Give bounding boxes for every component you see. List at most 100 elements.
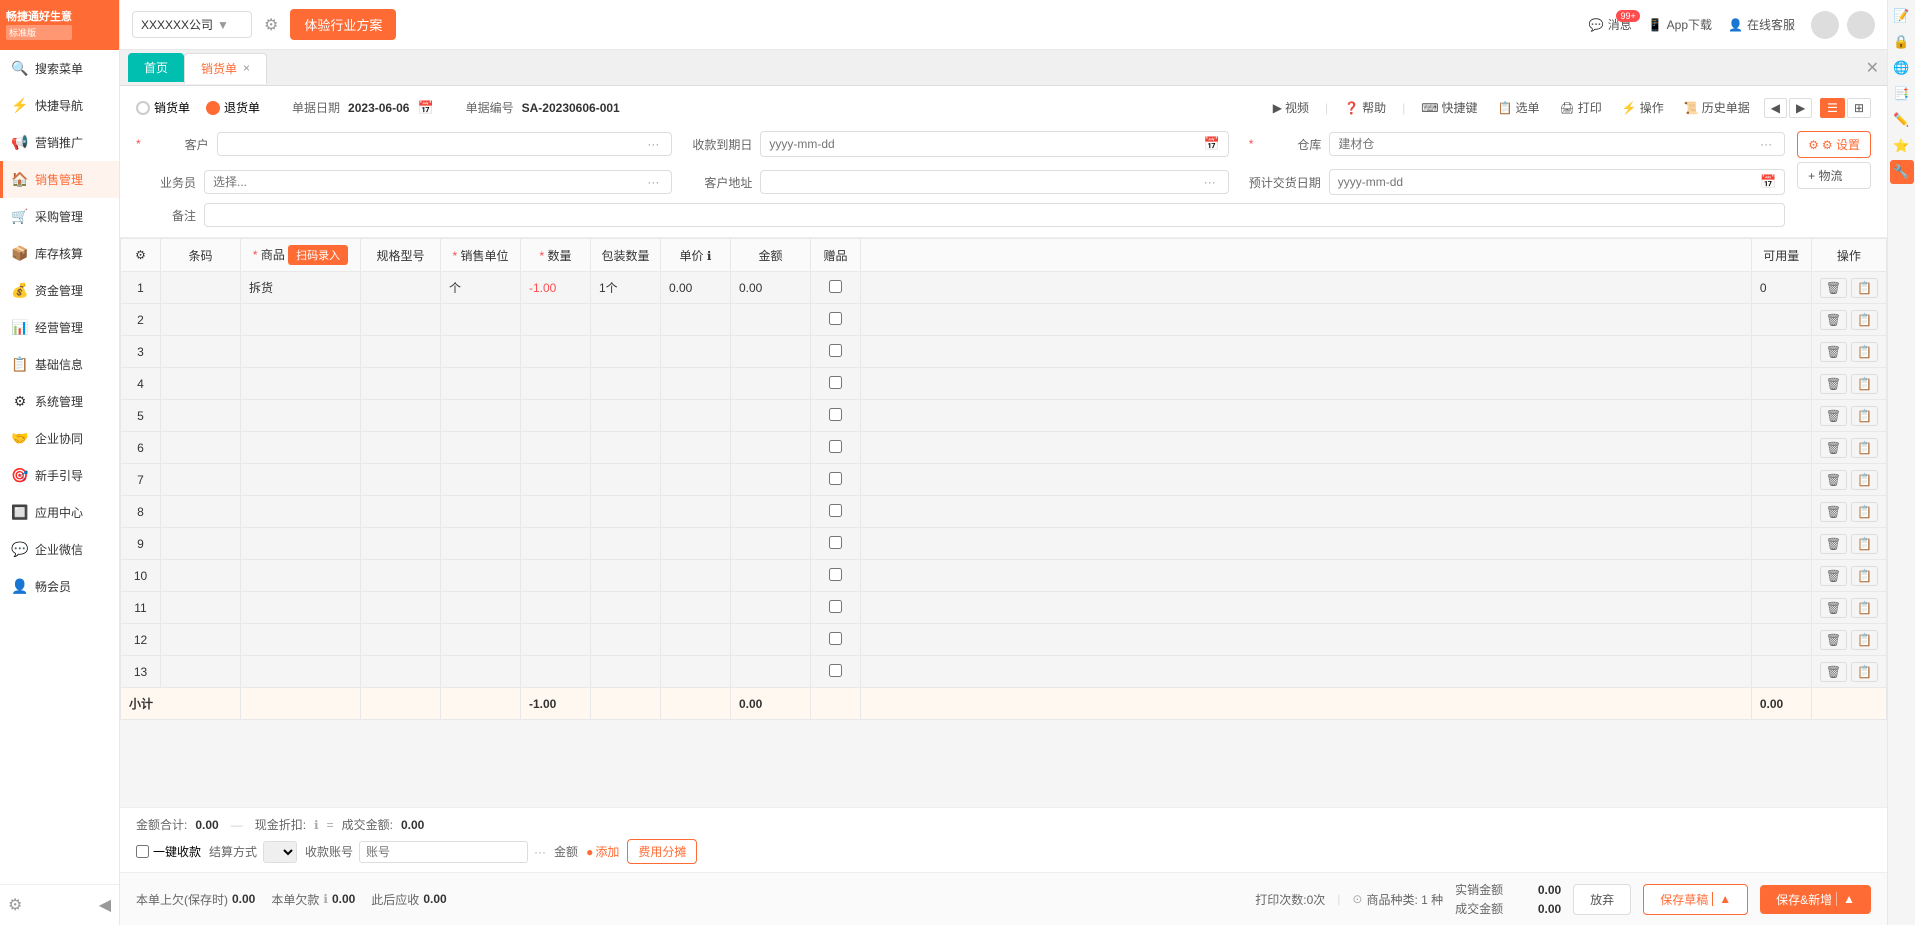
row-barcode[interactable]	[161, 464, 241, 496]
row-gift[interactable]	[811, 304, 861, 336]
customer-input[interactable]	[226, 137, 644, 151]
expense-button[interactable]: 费用分摊	[627, 839, 697, 864]
row-unit[interactable]	[441, 592, 521, 624]
tab-bar-close-icon[interactable]: ✕	[1866, 58, 1879, 78]
row-spec[interactable]	[361, 528, 441, 560]
row-delete-btn[interactable]: 🗑	[1820, 630, 1847, 650]
row-amount[interactable]	[731, 592, 811, 624]
action-print[interactable]: 🖨 打印	[1554, 96, 1608, 119]
barcode-input[interactable]	[169, 281, 232, 295]
row-barcode[interactable]	[161, 656, 241, 688]
date-picker-icon[interactable]: 📅	[417, 100, 433, 116]
sidebar-item-system[interactable]: ⚙系统管理	[0, 383, 119, 420]
product-type-icon[interactable]: ⊙	[1352, 892, 1362, 906]
row-unit[interactable]	[441, 368, 521, 400]
row-spec[interactable]	[361, 272, 441, 304]
row-gift[interactable]	[811, 272, 861, 304]
nav-prev[interactable]: ◀	[1764, 98, 1787, 118]
row-pack-qty[interactable]	[591, 528, 661, 560]
row-spec[interactable]	[361, 624, 441, 656]
row-copy-btn[interactable]: 📋	[1851, 502, 1878, 522]
barcode-input[interactable]	[169, 537, 232, 551]
row-pack-qty[interactable]	[591, 432, 661, 464]
row-amount[interactable]	[731, 336, 811, 368]
row-price[interactable]	[661, 496, 731, 528]
row-product[interactable]	[241, 592, 361, 624]
save-new-button[interactable]: 保存&新增 ▲	[1760, 885, 1871, 914]
message-button[interactable]: 💬 消息 99+	[1589, 16, 1632, 33]
gift-check[interactable]	[829, 504, 842, 517]
row-barcode[interactable]	[161, 624, 241, 656]
tool-edit[interactable]: ✏️	[1890, 108, 1914, 132]
row-delete-btn[interactable]: 🗑	[1820, 470, 1847, 490]
row-amount[interactable]	[731, 464, 811, 496]
row-amount[interactable]	[731, 400, 811, 432]
row-spec[interactable]	[361, 656, 441, 688]
row-qty[interactable]	[521, 656, 591, 688]
radio-sale[interactable]: 销货单	[136, 99, 190, 116]
row-qty[interactable]: -1.00	[521, 272, 591, 304]
customer-addr-suffix-icon[interactable]: ···	[1200, 175, 1220, 189]
row-unit[interactable]	[441, 560, 521, 592]
row-unit[interactable]	[441, 656, 521, 688]
row-qty[interactable]	[521, 336, 591, 368]
row-qty[interactable]	[521, 304, 591, 336]
action-choose[interactable]: 📋 选单	[1492, 96, 1546, 119]
row-unit[interactable]	[441, 464, 521, 496]
row-pack-qty[interactable]	[591, 624, 661, 656]
row-price[interactable]	[661, 400, 731, 432]
gift-check[interactable]	[829, 408, 842, 421]
row-pack-qty[interactable]	[591, 592, 661, 624]
barcode-input[interactable]	[169, 633, 232, 647]
gift-check[interactable]	[829, 536, 842, 549]
row-delete-btn[interactable]: 🗑	[1820, 342, 1847, 362]
row-delete-btn[interactable]: 🗑	[1820, 406, 1847, 426]
row-product[interactable]	[241, 464, 361, 496]
account-suffix[interactable]: ···	[534, 845, 546, 859]
row-spec[interactable]	[361, 400, 441, 432]
gift-check[interactable]	[829, 376, 842, 389]
row-gift[interactable]	[811, 464, 861, 496]
gift-check[interactable]	[829, 664, 842, 677]
row-product[interactable]	[241, 496, 361, 528]
action-video[interactable]: ▶ 视频	[1267, 96, 1315, 119]
company-gear-icon[interactable]: ⚙	[260, 11, 282, 39]
row-unit[interactable]	[441, 432, 521, 464]
row-barcode[interactable]	[161, 592, 241, 624]
setting-button[interactable]: ⚙ ⚙ 设置	[1797, 131, 1871, 158]
row-gift[interactable]	[811, 624, 861, 656]
sidebar-item-search[interactable]: 🔍搜索菜单	[0, 50, 119, 87]
row-copy-btn[interactable]: 📋	[1851, 438, 1878, 458]
row-product[interactable]	[241, 400, 361, 432]
sidebar-item-basic[interactable]: 📋基础信息	[0, 346, 119, 383]
row-unit[interactable]	[441, 624, 521, 656]
warehouse-input[interactable]	[1338, 137, 1756, 151]
collapse-icon[interactable]: ◀	[99, 895, 111, 915]
barcode-input[interactable]	[169, 505, 232, 519]
row-gift[interactable]	[811, 368, 861, 400]
row-copy-btn[interactable]: 📋	[1851, 374, 1878, 394]
save-draft-button[interactable]: 保存草稿 ▲	[1643, 884, 1748, 915]
try-button[interactable]: 体验行业方案	[290, 9, 396, 40]
sidebar-item-finance[interactable]: 💰资金管理	[0, 272, 119, 309]
row-unit[interactable]	[441, 496, 521, 528]
settle-method-select[interactable]	[263, 841, 297, 863]
row-price[interactable]	[661, 624, 731, 656]
tool-star[interactable]: ⭐	[1890, 134, 1914, 158]
tool-doc[interactable]: 📑	[1890, 82, 1914, 106]
row-price[interactable]	[661, 592, 731, 624]
row-amount[interactable]	[731, 528, 811, 560]
row-qty[interactable]	[521, 560, 591, 592]
expected-date-icon[interactable]: 📅	[1760, 174, 1776, 190]
online-service-button[interactable]: 👤 在线客服	[1728, 16, 1795, 33]
gift-check[interactable]	[829, 280, 842, 293]
row-barcode[interactable]	[161, 496, 241, 528]
row-gift[interactable]	[811, 336, 861, 368]
sidebar-item-wechat[interactable]: 💬企业微信	[0, 531, 119, 568]
gift-check[interactable]	[829, 600, 842, 613]
gift-check[interactable]	[829, 440, 842, 453]
action-history[interactable]: 📜 历史单据	[1678, 96, 1756, 119]
barcode-input[interactable]	[169, 665, 232, 679]
row-price[interactable]	[661, 560, 731, 592]
barcode-input[interactable]	[169, 601, 232, 615]
